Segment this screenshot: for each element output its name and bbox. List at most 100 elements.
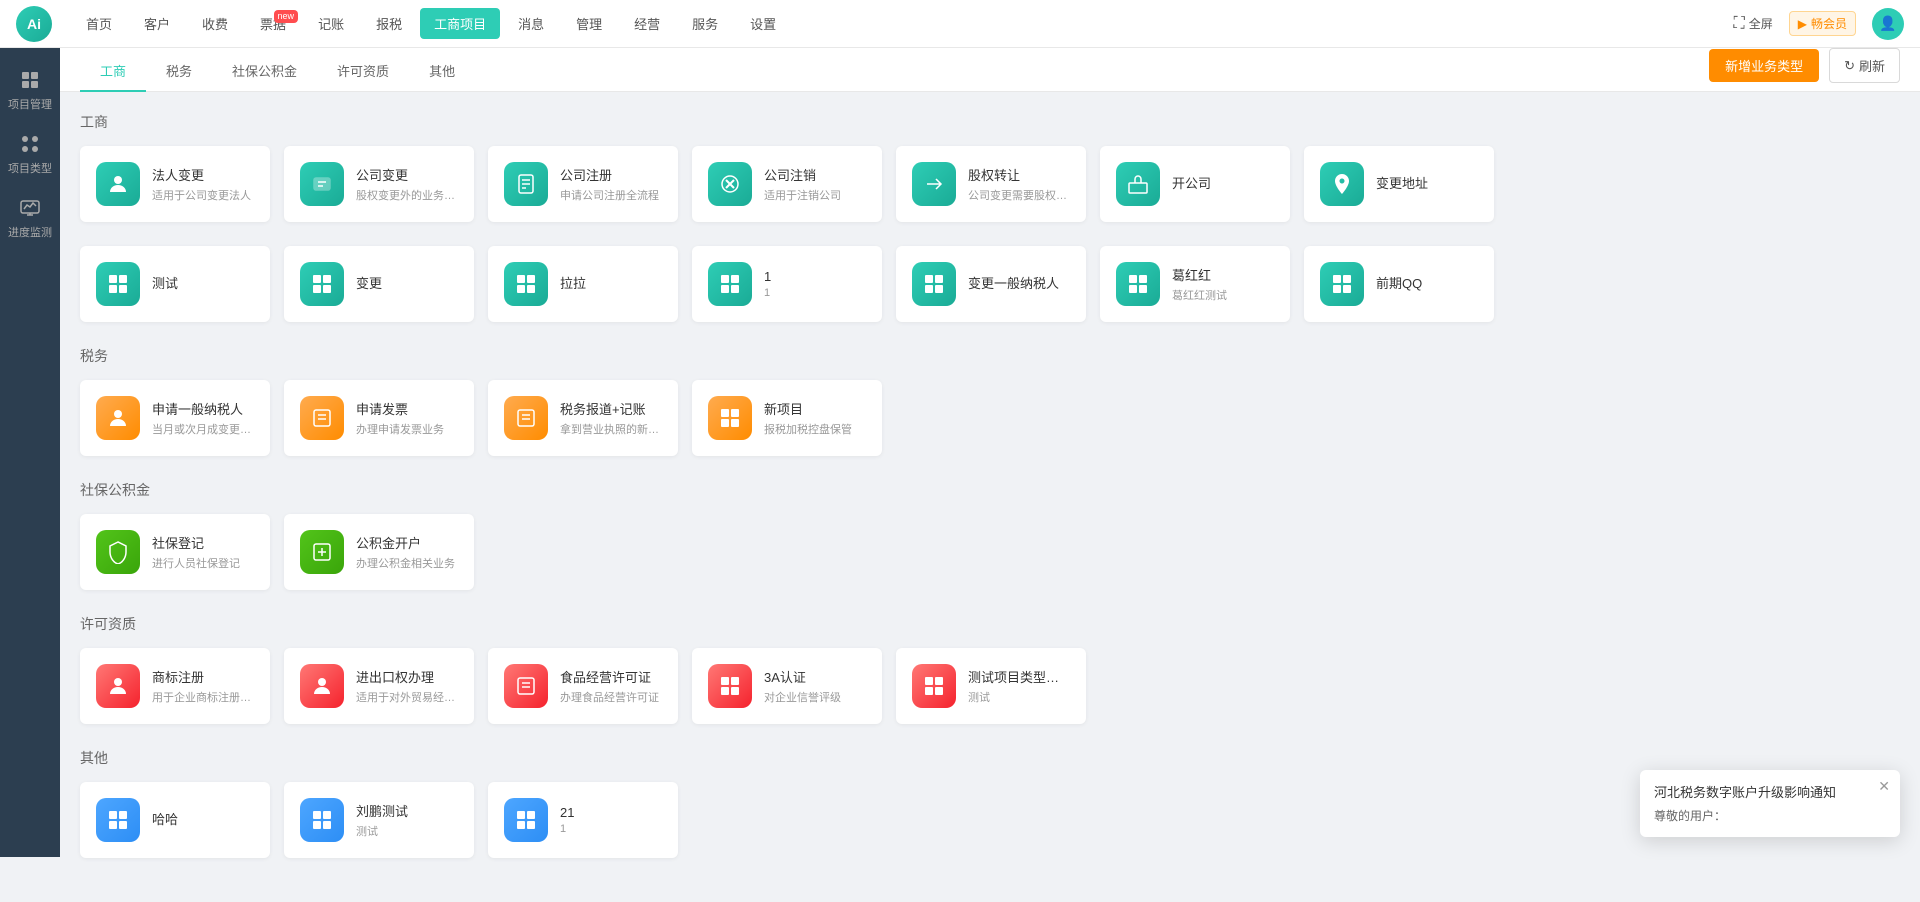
refresh-icon: ↻ (1844, 58, 1855, 74)
equity-transfer-icon (912, 162, 956, 206)
change-icon (300, 262, 344, 306)
new-project-icon (708, 396, 752, 440)
monitor-icon (18, 196, 42, 220)
other-cards-row: 哈哈 刘鹏测试 测试 21 1 (80, 782, 1900, 858)
shuiwu-cards-row: 申请一般纳税人 当月或次月成变更完成 申请发票 办理申请发票业务 税务报道+ (80, 380, 1900, 456)
company-cancel-icon (708, 162, 752, 206)
nav-customer[interactable]: 客户 (130, 8, 184, 39)
sidebar: 项目管理 项目类型 进度监测 (0, 48, 60, 857)
tax-apply-icon (96, 396, 140, 440)
card-shangbiao[interactable]: 商标注册 用于企业商标注册服务 (80, 648, 270, 724)
card-kaigongsi[interactable]: 开公司 (1100, 146, 1290, 222)
card-shenqingnanshui[interactable]: 申请一般纳税人 当月或次月成变更完成 (80, 380, 270, 456)
tab-shebao[interactable]: 社保公积金 (212, 51, 317, 92)
sidebar-item-progress-monitor[interactable]: 进度监测 (0, 186, 60, 250)
notification-close-button[interactable]: ✕ (1878, 778, 1890, 795)
member-icon: ▶ (1798, 17, 1807, 31)
nav-business[interactable]: 工商项目 (420, 8, 500, 39)
card-qq[interactable]: 前期QQ (1304, 246, 1494, 322)
refresh-button[interactable]: ↻ 刷新 (1829, 48, 1900, 83)
fullscreen-icon: ⛶ (1734, 15, 1745, 33)
nav-manage[interactable]: 管理 (562, 8, 616, 39)
category-icon (18, 132, 42, 156)
card-gongsizhuce[interactable]: 公司注册 申请公司注册全流程 (488, 146, 678, 222)
fullscreen-button[interactable]: ⛶ 全屏 (1734, 15, 1773, 33)
nav-settings[interactable]: 设置 (736, 8, 790, 39)
right-actions: ⛶ 全屏 ▶ 畅会员 👤 (1734, 8, 1904, 40)
test-type-icon (912, 664, 956, 708)
section-title-shebao: 社保公积金 (80, 480, 1900, 500)
certification-icon (708, 664, 752, 708)
sidebar-item-project-type[interactable]: 项目类型 (0, 122, 60, 186)
test-icon (96, 262, 140, 306)
tab-xuke[interactable]: 许可资质 (317, 51, 409, 92)
card-biangeng2[interactable]: 变更一般纳税人 (896, 246, 1086, 322)
lala-icon (504, 262, 548, 306)
card-lala[interactable]: 拉拉 (488, 246, 678, 322)
card-ceshixiangmu[interactable]: 测试项目类型定义 测试 (896, 648, 1086, 724)
card-haha[interactable]: 哈哈 (80, 782, 270, 858)
top-navigation: Ai 首页 客户 收费 票据 new 记账 报税 工商项目 消息 管理 (0, 0, 1920, 48)
card-biangeng[interactable]: 变更 (284, 246, 474, 322)
tab-other[interactable]: 其他 (409, 51, 475, 92)
nav-operation[interactable]: 经营 (620, 8, 674, 39)
card-guquanzhuanrang[interactable]: 股权转让 公司变更需要股权转让 (896, 146, 1086, 222)
card-shipinjingying[interactable]: 食品经营许可证 办理食品经营许可证 (488, 648, 678, 724)
add-business-type-button[interactable]: 新增业务类型 (1709, 49, 1819, 82)
food-license-icon (504, 664, 548, 708)
card-liupeng[interactable]: 刘鹏测试 测试 (284, 782, 474, 858)
card-gongsizhuxiao[interactable]: 公司注销 适用于注销公司 (692, 146, 882, 222)
app-logo[interactable]: Ai (16, 6, 52, 42)
gongshang-cards-row1: 法人变更 适用于公司变更法人 公司变更 股权变更外的业务变更 公司注册 (80, 146, 1900, 222)
user-avatar[interactable]: 👤 (1872, 8, 1904, 40)
qq-icon (1320, 262, 1364, 306)
liupeng-icon (300, 798, 344, 842)
card-biangengdizhi[interactable]: 变更地址 (1304, 146, 1494, 222)
card-xinxiangmu[interactable]: 新项目 报税加税控盘保管 (692, 380, 882, 456)
nav-menu: 首页 客户 收费 票据 new 记账 报税 工商项目 消息 管理 经营 (72, 8, 1734, 39)
haha-icon (96, 798, 140, 842)
card-3a[interactable]: 3A认证 对企业信誉评级 (692, 648, 882, 724)
card-gehonghong[interactable]: 葛红红 葛红红测试 (1100, 246, 1290, 322)
card-gongsibianqeng[interactable]: 公司变更 股权变更外的业务变更 (284, 146, 474, 222)
company-reg-icon (504, 162, 548, 206)
member-button[interactable]: ▶ 畅会员 (1789, 11, 1856, 36)
section-title-other: 其他 (80, 748, 1900, 768)
social-security-icon (96, 530, 140, 574)
card-jinchukou[interactable]: 进出口权办理 适用于对外贸易经营者 (284, 648, 474, 724)
nav-ticket[interactable]: 票据 new (246, 8, 300, 39)
nav-bookkeeping[interactable]: 记账 (304, 8, 358, 39)
company-change-icon (300, 162, 344, 206)
shebao-cards-row: 社保登记 进行人员社保登记 公积金开户 办理公积金相关业务 (80, 514, 1900, 590)
tax-report-icon (504, 396, 548, 440)
card-faziren[interactable]: 法人变更 适用于公司变更法人 (80, 146, 270, 222)
nav-tax[interactable]: 报税 (362, 8, 416, 39)
tab-gongshang[interactable]: 工商 (80, 51, 146, 92)
card-shenqingfapiao[interactable]: 申请发票 办理申请发票业务 (284, 380, 474, 456)
section-title-gongshang: 工商 (80, 112, 1900, 132)
open-company-icon (1116, 162, 1160, 206)
nav-message[interactable]: 消息 (504, 8, 558, 39)
tab-bar: 工商 税务 社保公积金 许可资质 其他 新增业务类型 ↻ 刷新 (60, 48, 1920, 92)
card-21[interactable]: 21 1 (488, 782, 678, 858)
num1-icon (708, 262, 752, 306)
nav-billing[interactable]: 收费 (188, 8, 242, 39)
card-ceshi[interactable]: 测试 (80, 246, 270, 322)
tab-shuiwu[interactable]: 税务 (146, 51, 212, 92)
section-title-shuiwu: 税务 (80, 346, 1900, 366)
sidebar-item-project-manage[interactable]: 项目管理 (0, 58, 60, 122)
nav-service[interactable]: 服务 (678, 8, 732, 39)
card-shuiwubaodao[interactable]: 税务报道+记账 拿到营业执照的新公司 (488, 380, 678, 456)
fund-icon (300, 530, 344, 574)
card-gongjijinkaihu[interactable]: 公积金开户 办理公积金相关业务 (284, 514, 474, 590)
section-title-xuke: 许可资质 (80, 614, 1900, 634)
card-1[interactable]: 1 1 (692, 246, 882, 322)
notification-popup: ✕ 河北税务数字账户升级影响通知 尊敬的用户： (1640, 770, 1900, 837)
num21-icon (504, 798, 548, 842)
person-change-icon (96, 162, 140, 206)
nav-home[interactable]: 首页 (72, 8, 126, 39)
invoice-apply-icon (300, 396, 344, 440)
new-badge: new (274, 10, 299, 23)
trademark-icon (96, 664, 140, 708)
card-shebaodengji[interactable]: 社保登记 进行人员社保登记 (80, 514, 270, 590)
